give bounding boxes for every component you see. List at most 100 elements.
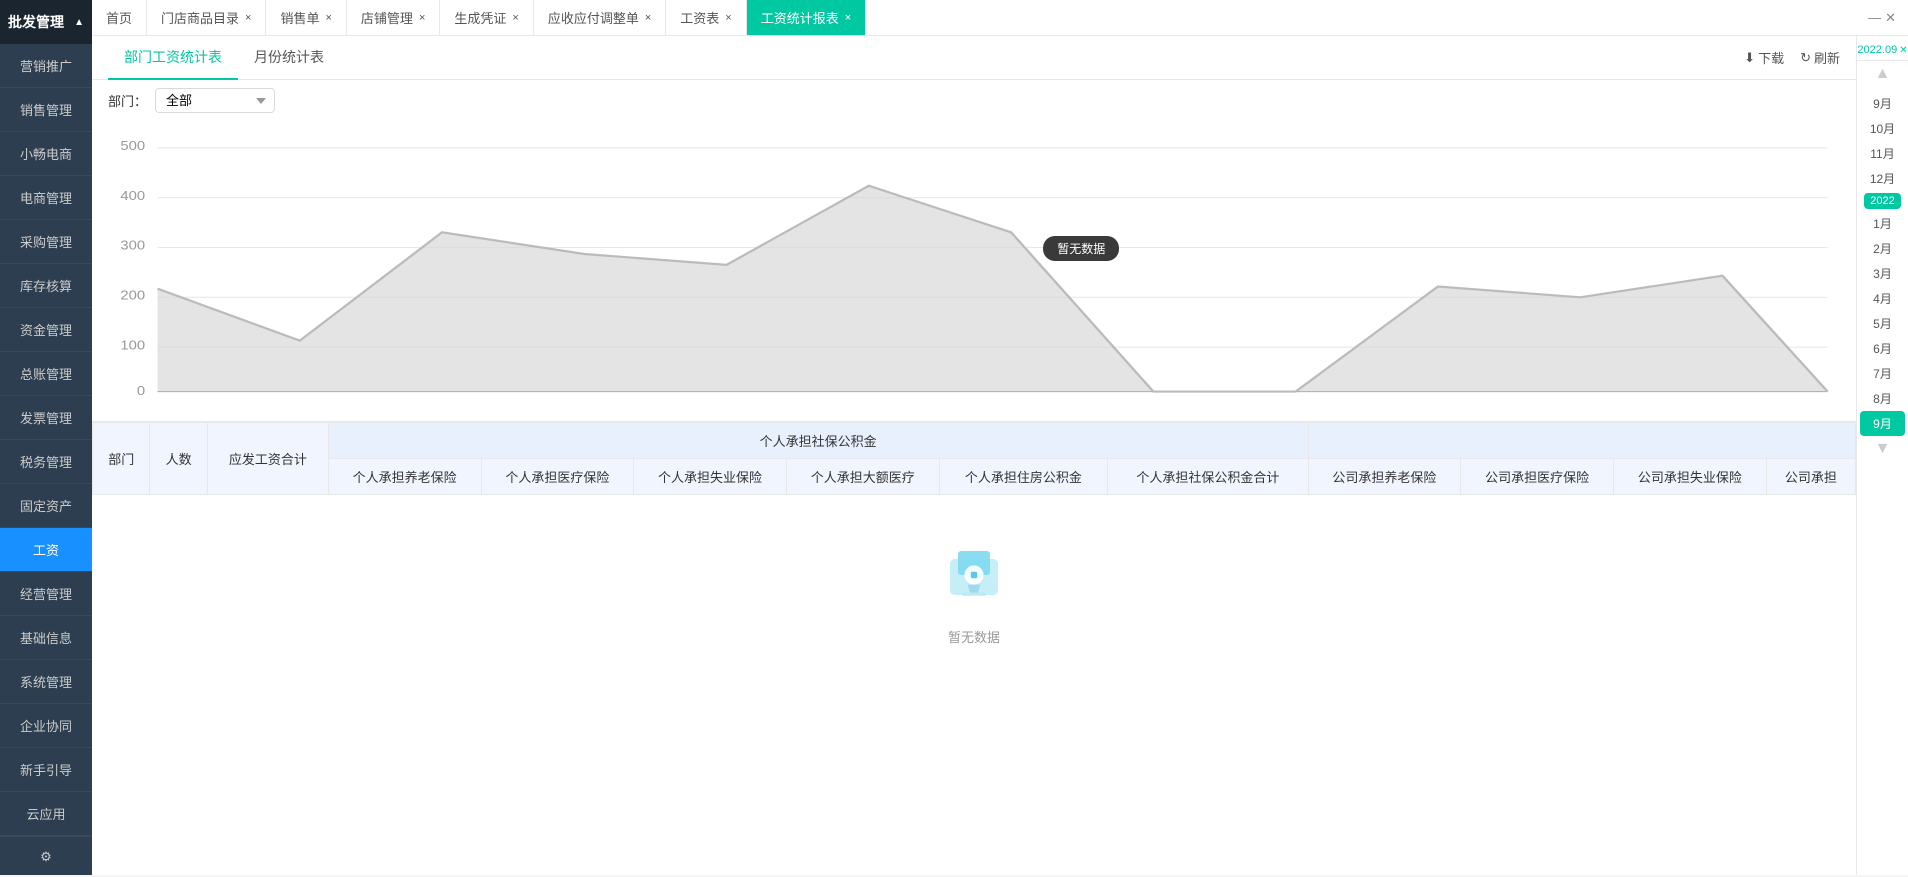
timeline-nav-down[interactable]: ▼: [1871, 436, 1895, 462]
col-company-unemployment: 公司承担失业保险: [1613, 459, 1766, 495]
sidebar-item-工资[interactable]: 工资: [0, 528, 92, 572]
sub-tab-0[interactable]: 部门工资统计表: [108, 36, 238, 80]
tab-label-4: 生成凭证: [454, 8, 506, 27]
col-total-wage: 应发工资合计: [207, 423, 328, 495]
empty-state: 暂无数据: [92, 495, 1856, 686]
tab-item-7[interactable]: 工资统计报表 ×: [747, 0, 866, 36]
tab-close-7[interactable]: ×: [845, 12, 851, 24]
tab-item-2[interactable]: 销售单 ×: [266, 0, 346, 36]
timeline-panel: 2022.09 ✕ ▲ 9月 10月 11月 12月 2022 1月 2月 3月…: [1856, 36, 1908, 875]
table-wrapper[interactable]: 部门 人数 应发工资合计 个人承担社保公积金 个人承担养老保险 个人承担医疗保险…: [92, 421, 1856, 875]
table-head: 部门 人数 应发工资合计 个人承担社保公积金 个人承担养老保险 个人承担医疗保险…: [93, 423, 1856, 495]
sidebar-header[interactable]: 批发管理 ▲: [0, 0, 92, 44]
tab-item-1[interactable]: 门店商品目录 ×: [147, 0, 266, 36]
tab-label-1: 门店商品目录: [161, 8, 239, 27]
tab-label-2: 销售单: [280, 8, 319, 27]
tab-close-3[interactable]: ×: [419, 12, 425, 24]
timeline-close-icon[interactable]: ✕: [1899, 45, 1907, 56]
sidebar-item-采购管理[interactable]: 采购管理: [0, 220, 92, 264]
sidebar-item-基础信息[interactable]: 基础信息: [0, 616, 92, 660]
col-personal-big-medical: 个人承担大额医疗: [786, 459, 939, 495]
tab-close-5[interactable]: ×: [645, 12, 651, 24]
timeline-month-12-2022[interactable]: 12月: [1860, 166, 1904, 191]
content-area: 部门工资统计表月份统计表 ⬇ 下载 ↻ 刷新 部门：: [92, 36, 1908, 875]
tab-label-7: 工资统计报表: [761, 8, 839, 27]
timeline-month-6[interactable]: 6月: [1860, 336, 1904, 361]
timeline-month-7[interactable]: 7月: [1860, 361, 1904, 386]
col-personal-medical: 个人承担医疗保险: [481, 459, 634, 495]
timeline-month-10-2022[interactable]: 10月: [1860, 116, 1904, 141]
page-actions: ⬇ 下载 ↻ 刷新: [1744, 48, 1840, 67]
dept-label: 部门：: [108, 91, 147, 110]
timeline-month-4[interactable]: 4月: [1860, 286, 1904, 311]
sidebar-item-总账管理[interactable]: 总账管理: [0, 352, 92, 396]
svg-text:100: 100: [120, 337, 145, 352]
download-btn[interactable]: ⬇ 下载: [1744, 48, 1784, 67]
timeline-month-11-2022[interactable]: 11月: [1860, 141, 1904, 166]
tab-item-6[interactable]: 工资表 ×: [666, 0, 746, 36]
sidebar-item-云应用[interactable]: 云应用: [0, 792, 92, 836]
sidebar-item-电商管理[interactable]: 电商管理: [0, 176, 92, 220]
col-company-medical: 公司承担医疗保险: [1461, 459, 1614, 495]
tab-close-1[interactable]: ×: [245, 12, 251, 24]
timeline-header[interactable]: 2022.09 ✕: [1857, 40, 1908, 61]
empty-text: 暂无数据: [948, 627, 1000, 646]
svg-text:300: 300: [120, 238, 145, 253]
chart-svg: 500 400 300 200 100 0: [108, 137, 1840, 397]
sidebar-item-税务管理[interactable]: 税务管理: [0, 440, 92, 484]
table-header-row-1: 部门 人数 应发工资合计 个人承担社保公积金: [93, 423, 1856, 459]
svg-text:0: 0: [137, 383, 146, 397]
tab-item-4[interactable]: 生成凭证 ×: [440, 0, 533, 36]
toolbar: 部门： 全部 销售部 财务部 采购部: [92, 80, 1856, 121]
window-controls[interactable]: — ✕: [1856, 10, 1908, 26]
settings-icon: ⚙: [40, 849, 52, 864]
col-company-insurance-group: [1308, 423, 1855, 459]
timeline-header-text: 2022.09: [1857, 44, 1897, 56]
col-personal-insurance-group: 个人承担社保公积金: [328, 423, 1308, 459]
minimize-icon[interactable]: —: [1868, 10, 1881, 25]
tab-item-5[interactable]: 应收应付调整单×: [534, 0, 666, 36]
close-icon[interactable]: ✕: [1885, 10, 1896, 26]
sidebar-item-系统管理[interactable]: 系统管理: [0, 660, 92, 704]
timeline-month-9[interactable]: 9月: [1860, 411, 1904, 436]
timeline-month-5[interactable]: 5月: [1860, 311, 1904, 336]
timeline-month-3[interactable]: 3月: [1860, 261, 1904, 286]
svg-text:500: 500: [120, 138, 145, 153]
tab-close-6[interactable]: ×: [725, 12, 731, 24]
main-area: 首页门店商品目录×销售单×店铺管理×生成凭证×应收应付调整单×工资表×工资统计报…: [92, 0, 1908, 875]
col-company-other: 公司承担: [1766, 459, 1855, 495]
refresh-btn[interactable]: ↻ 刷新: [1800, 48, 1840, 67]
col-company-pension: 公司承担养老保险: [1308, 459, 1461, 495]
tab-label-0: 首页: [106, 8, 132, 27]
sidebar-item-新手引导[interactable]: 新手引导: [0, 748, 92, 792]
page-content: 部门工资统计表月份统计表 ⬇ 下载 ↻ 刷新 部门：: [92, 36, 1856, 875]
timeline-month-1[interactable]: 1月: [1860, 211, 1904, 236]
tab-item-0[interactable]: 首页: [92, 0, 147, 36]
sidebar-item-企业协同[interactable]: 企业协同: [0, 704, 92, 748]
table-header-row-2: 个人承担养老保险 个人承担医疗保险 个人承担失业保险 个人承担大额医疗 个人承担…: [93, 459, 1856, 495]
tab-label-6: 工资表: [680, 8, 719, 27]
tab-item-3[interactable]: 店铺管理×: [347, 0, 440, 36]
timeline-month-2[interactable]: 2月: [1860, 236, 1904, 261]
col-personal-housing: 个人承担住房公积金: [939, 459, 1108, 495]
sidebar-item-经营管理[interactable]: 经营管理: [0, 572, 92, 616]
sub-tab-1[interactable]: 月份统计表: [238, 36, 340, 80]
sidebar-item-库存核算[interactable]: 库存核算: [0, 264, 92, 308]
dept-select[interactable]: 全部 销售部 财务部 采购部: [155, 88, 275, 113]
sidebar-footer[interactable]: ⚙: [0, 836, 92, 877]
sidebar-item-固定资产[interactable]: 固定资产: [0, 484, 92, 528]
tab-close-4[interactable]: ×: [512, 12, 518, 24]
sidebar-items: 营销推广销售管理小畅电商电商管理采购管理库存核算资金管理总账管理发票管理税务管理…: [0, 44, 92, 836]
col-count: 人数: [150, 423, 207, 495]
timeline-nav-up[interactable]: ▲: [1871, 61, 1895, 87]
timeline-month-8[interactable]: 8月: [1860, 386, 1904, 411]
sidebar-item-资金管理[interactable]: 资金管理: [0, 308, 92, 352]
sidebar-item-营销推广[interactable]: 营销推广: [0, 44, 92, 88]
tabs-container: 首页门店商品目录×销售单×店铺管理×生成凭证×应收应付调整单×工资表×工资统计报…: [92, 0, 1856, 36]
sidebar-item-小畅电商[interactable]: 小畅电商: [0, 132, 92, 176]
tab-close-2[interactable]: ×: [325, 12, 331, 24]
sidebar-item-销售管理[interactable]: 销售管理: [0, 88, 92, 132]
timeline-month-9-2022[interactable]: 9月: [1860, 91, 1904, 116]
sub-tabs: 部门工资统计表月份统计表 ⬇ 下载 ↻ 刷新: [92, 36, 1856, 80]
sidebar-item-发票管理[interactable]: 发票管理: [0, 396, 92, 440]
